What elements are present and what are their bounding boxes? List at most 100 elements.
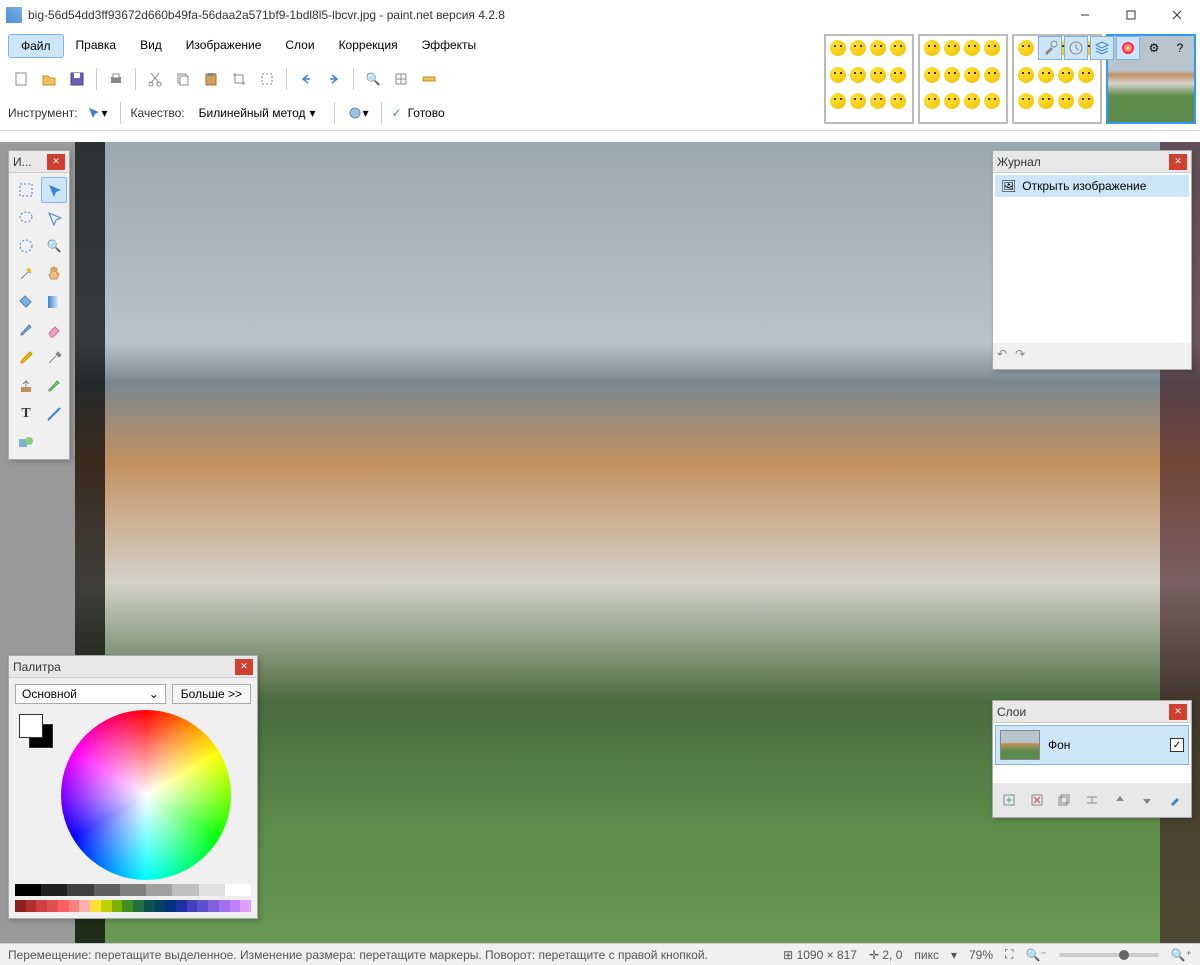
selection-mode-button[interactable]: ▾ <box>345 100 371 126</box>
open-image-icon: 🖼 <box>1001 179 1016 193</box>
zoom-button[interactable]: 🔍 <box>360 66 386 92</box>
history-close-button[interactable]: ✕ <box>1169 154 1187 170</box>
app-icon <box>6 7 22 23</box>
copy-button[interactable] <box>170 66 196 92</box>
unit-select[interactable]: пикс <box>914 948 939 962</box>
tool-label: Инструмент: <box>8 106 78 120</box>
toggle-history-icon[interactable] <box>1064 36 1088 60</box>
grid-button[interactable] <box>388 66 414 92</box>
tool-line[interactable] <box>41 401 67 427</box>
tool-gradient[interactable] <box>41 289 67 315</box>
statusbar: Перемещение: перетащите выделенное. Изме… <box>0 943 1200 965</box>
toggle-tools-icon[interactable] <box>1038 36 1062 60</box>
menubar: Файл Правка Вид Изображение Слои Коррекц… <box>0 30 820 62</box>
quality-combo[interactable]: Билинейный метод▾ <box>191 104 324 122</box>
status-ready: Готово <box>408 106 445 120</box>
layer-visibility-checkbox[interactable]: ✓ <box>1170 738 1184 752</box>
menu-edit[interactable]: Правка <box>64 34 129 58</box>
doc-thumb-2[interactable] <box>918 34 1008 124</box>
tool-pencil[interactable] <box>13 345 39 371</box>
open-button[interactable] <box>36 66 62 92</box>
tool-shapes[interactable] <box>13 429 39 455</box>
tool-zoom[interactable]: 🔍 <box>41 233 67 259</box>
print-button[interactable] <box>103 66 129 92</box>
cut-button[interactable] <box>142 66 168 92</box>
layer-up-button[interactable] <box>1108 787 1132 813</box>
new-button[interactable] <box>8 66 34 92</box>
layer-add-button[interactable] <box>997 787 1021 813</box>
zoom-slider[interactable] <box>1059 953 1159 957</box>
menu-image[interactable]: Изображение <box>174 34 274 58</box>
current-tool-button[interactable]: ▾ <box>84 100 110 126</box>
zoom-in-icon[interactable]: 🔍⁺ <box>1171 948 1192 962</box>
tool-move-selection[interactable] <box>41 205 67 231</box>
menu-effects[interactable]: Эффекты <box>410 34 489 58</box>
tool-fill[interactable] <box>13 289 39 315</box>
palette-panel: Палитра✕ Основной⌄ Больше >> <box>8 655 258 919</box>
layer-delete-button[interactable] <box>1025 787 1049 813</box>
window-title: big-56d54dd3ff93672d660b49fa-56daa2a571b… <box>28 8 505 22</box>
tool-move[interactable] <box>41 177 67 203</box>
crop-button[interactable] <box>226 66 252 92</box>
zoom-out-icon[interactable]: 🔍⁻ <box>1025 948 1046 962</box>
tool-lasso[interactable] <box>13 205 39 231</box>
paste-button[interactable] <box>198 66 224 92</box>
layers-close-button[interactable]: ✕ <box>1169 704 1187 720</box>
close-button[interactable] <box>1154 0 1200 30</box>
foreground-color[interactable] <box>19 714 43 738</box>
canvas-dimensions: ⊞ 1090 × 817 <box>783 948 857 962</box>
maximize-button[interactable] <box>1108 0 1154 30</box>
tool-rect-select[interactable] <box>13 177 39 203</box>
help-icon[interactable]: ? <box>1168 36 1192 60</box>
doc-thumb-1[interactable] <box>824 34 914 124</box>
gray-swatches[interactable] <box>15 884 251 896</box>
palette-more-button[interactable]: Больше >> <box>172 684 251 704</box>
toggle-layers-icon[interactable] <box>1090 36 1114 60</box>
save-button[interactable] <box>64 66 90 92</box>
redo-icon[interactable]: ↷ <box>1015 347 1025 361</box>
tools-panel: И...✕ 🔍 T <box>8 150 70 460</box>
menu-view[interactable]: Вид <box>128 34 174 58</box>
minimize-button[interactable] <box>1062 0 1108 30</box>
tool-recolor[interactable] <box>41 373 67 399</box>
redo-button[interactable] <box>321 66 347 92</box>
layer-props-button[interactable] <box>1163 787 1187 813</box>
layer-merge-button[interactable] <box>1080 787 1104 813</box>
history-item[interactable]: 🖼Открыть изображение <box>995 175 1189 197</box>
zoom-level: 79% <box>969 948 993 962</box>
menu-file[interactable]: Файл <box>8 34 64 58</box>
menu-adjust[interactable]: Коррекция <box>327 34 410 58</box>
color-mode-select[interactable]: Основной⌄ <box>15 684 166 704</box>
deselect-button[interactable] <box>254 66 280 92</box>
tool-clone[interactable] <box>13 373 39 399</box>
tool-brush[interactable] <box>13 317 39 343</box>
palette-close-button[interactable]: ✕ <box>235 659 253 675</box>
layers-panel: Слои✕ Фон ✓ <box>992 700 1192 818</box>
color-wheel[interactable] <box>61 710 231 880</box>
menu-layers[interactable]: Слои <box>273 34 326 58</box>
layer-duplicate-button[interactable] <box>1052 787 1076 813</box>
layer-down-button[interactable] <box>1136 787 1160 813</box>
main-toolbar: 🔍 <box>0 62 820 96</box>
layer-thumbnail <box>1000 730 1040 760</box>
tool-pan[interactable] <box>41 261 67 287</box>
layer-item[interactable]: Фон ✓ <box>995 725 1189 765</box>
status-hint: Перемещение: перетащите выделенное. Изме… <box>8 948 708 962</box>
fit-window-icon[interactable]: ⛶ <box>1005 947 1013 962</box>
tools-close-button[interactable]: ✕ <box>47 154 65 170</box>
tool-magic-wand[interactable] <box>13 261 39 287</box>
panel-toggle-buttons: ⚙ ? <box>1038 36 1192 60</box>
quality-label: Качество: <box>131 106 185 120</box>
color-swatches[interactable] <box>15 900 251 912</box>
tool-picker[interactable] <box>41 345 67 371</box>
toggle-colors-icon[interactable] <box>1116 36 1140 60</box>
tool-eraser[interactable] <box>41 317 67 343</box>
cursor-position: ✛ 2, 0 <box>869 948 902 962</box>
settings-icon[interactable]: ⚙ <box>1142 36 1166 60</box>
undo-button[interactable] <box>293 66 319 92</box>
ruler-button[interactable] <box>416 66 442 92</box>
undo-icon[interactable]: ↶ <box>997 347 1007 361</box>
tool-ellipse-select[interactable] <box>13 233 39 259</box>
titlebar: big-56d54dd3ff93672d660b49fa-56daa2a571b… <box>0 0 1200 30</box>
tool-text[interactable]: T <box>13 401 39 427</box>
